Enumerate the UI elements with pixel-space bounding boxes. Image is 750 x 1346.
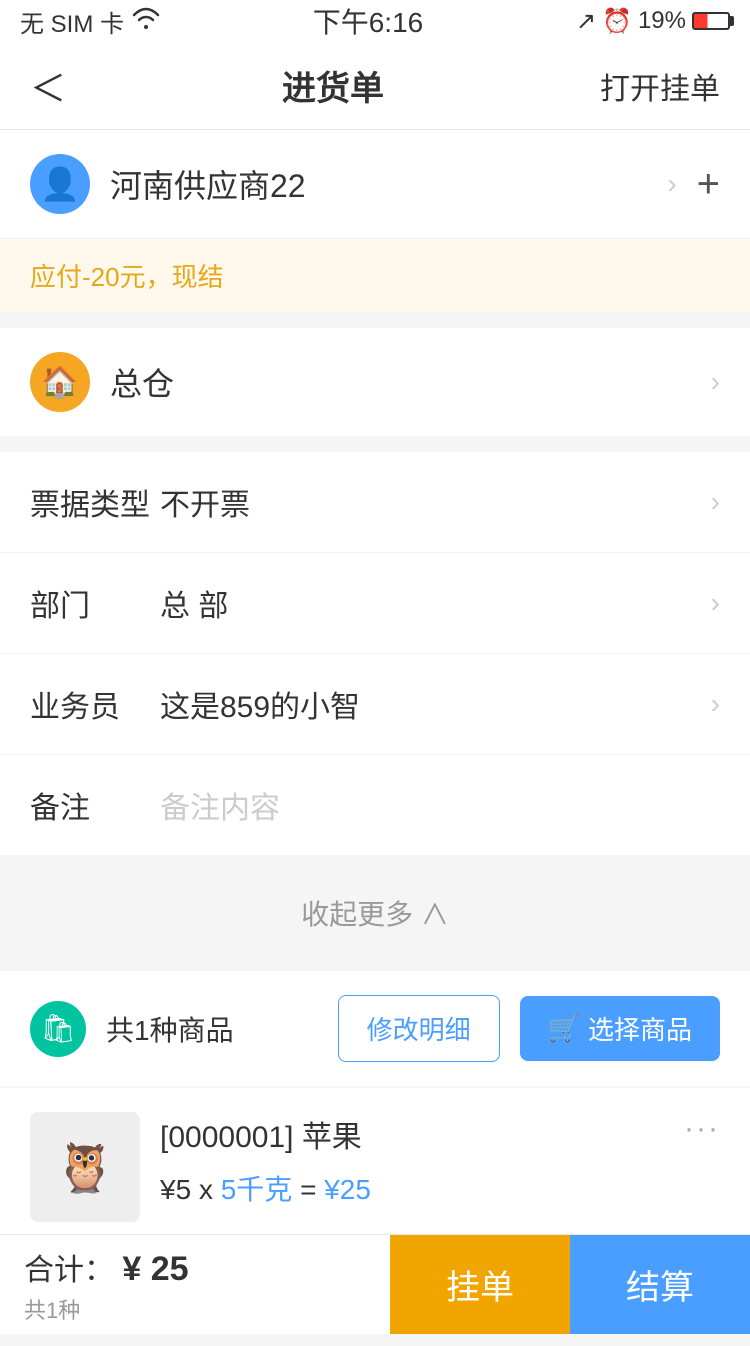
supplier-actions: › + [667,162,720,207]
supplier-avatar: 👤 [30,154,90,214]
select-product-label: 选择商品 [588,1010,692,1047]
location-icon: ↗ [576,7,596,36]
invoice-type-row[interactable]: 票据类型 不开票 › [0,452,750,553]
invoice-type-value: 不开票 [160,480,711,524]
bag-icon: 🛍 [40,1012,76,1045]
remark-input[interactable]: 备注内容 [160,783,720,827]
product-count-text: 共1种商品 [106,1009,318,1049]
bottom-bar: 合计： ¥ 25 共1种 挂单 结算 [0,1234,750,1334]
product-price: ¥5 x 5千克 = ¥25 [160,1168,684,1208]
remark-row[interactable]: 备注 备注内容 [0,755,750,855]
select-product-button[interactable]: 🛒 选择商品 [520,996,720,1061]
supplier-row[interactable]: 👤 河南供应商22 › + [0,130,750,239]
product-code: [0000001] [160,1121,293,1154]
status-bar: 无 SIM 卡 下午6:16 ↗ ⏰ 19% [0,0,750,42]
wifi-icon [132,7,160,36]
product-more-button[interactable]: ··· [684,1112,720,1146]
status-right: ↗ ⏰ 19% [576,7,730,36]
back-button[interactable]: ＜ [30,60,66,112]
product-header: 🛍 共1种商品 修改明细 🛒 选择商品 [0,971,750,1086]
salesman-value: 这是859的小智 [160,682,711,726]
total-row: 合计： ¥ 25 [24,1245,366,1289]
total-amount: ¥ 25 [122,1250,188,1288]
collapse-bar[interactable]: 收起更多 ∧ [0,871,750,955]
salesman-row[interactable]: 业务员 这是859的小智 › [0,654,750,755]
product-total: ¥25 [324,1174,371,1205]
warehouse-name: 总仓 [110,359,711,405]
cart-icon: 🛒 [548,1013,580,1044]
form-section: 票据类型 不开票 › 部门 总 部 › 业务员 这是859的小智 › 备注 备注… [0,452,750,855]
salesman-label: 业务员 [30,682,160,726]
total-section: 合计： ¥ 25 共1种 [0,1235,390,1334]
invoice-type-label: 票据类型 [30,480,160,524]
edit-detail-button[interactable]: 修改明细 [338,995,500,1062]
price-separator: x [199,1174,221,1205]
open-hang-button[interactable]: 打开挂单 [600,64,720,108]
warehouse-icon: 🏠 [41,365,78,400]
supplier-card: 👤 河南供应商22 › + 应付-20元，现结 [0,130,750,312]
salesman-chevron: › [711,688,720,720]
product-count-icon: 🛍 [30,1001,86,1057]
add-supplier-button[interactable]: + [697,162,720,207]
alarm-icon: ⏰ [602,7,632,36]
department-value: 总 部 [160,581,711,625]
hang-button[interactable]: 挂单 [390,1235,570,1334]
product-name: [0000001] 苹果 [160,1112,684,1156]
product-thumbnail: 🦉 [30,1112,140,1222]
warehouse-chevron-icon: › [711,366,720,398]
carrier-label: 无 SIM 卡 [20,4,124,39]
battery-icon [692,12,730,30]
remark-label: 备注 [30,783,160,827]
notice-text: 应付-20元，现结 [30,262,224,292]
status-time: 下午6:16 [313,1,424,41]
warehouse-row[interactable]: 🏠 总仓 › [0,328,750,436]
department-label: 部门 [30,581,160,625]
content-area: 👤 河南供应商22 › + 应付-20元，现结 🏠 总仓 › 票据类型 不开票 … [0,130,750,1346]
quantity: 5千克 [221,1174,293,1205]
status-left: 无 SIM 卡 [20,4,160,39]
checkout-button[interactable]: 结算 [570,1235,750,1334]
invoice-type-chevron: › [711,486,720,518]
department-row[interactable]: 部门 总 部 › [0,553,750,654]
battery-percent: 19% [638,7,686,35]
equals: = [300,1174,324,1205]
nav-bar: ＜ 进货单 打开挂单 [0,42,750,130]
product-item: 🦉 [0000001] 苹果 ¥5 x 5千克 = ¥25 ··· [0,1088,750,1246]
total-count: 共1种 [24,1293,366,1325]
department-chevron: › [711,587,720,619]
product-info: [0000001] 苹果 ¥5 x 5千克 = ¥25 [160,1112,684,1208]
chevron-right-icon: › [667,168,676,200]
page-title: 进货单 [282,61,384,110]
total-label: 合计： [24,1254,114,1287]
product-title: 苹果 [302,1121,362,1154]
notice-banner: 应付-20元，现结 [0,239,750,312]
owl-icon: 🦉 [55,1139,115,1196]
unit-price: ¥5 [160,1174,191,1205]
person-icon: 👤 [40,165,80,203]
collapse-label: 收起更多 ∧ [301,899,449,930]
warehouse-icon-wrap: 🏠 [30,352,90,412]
supplier-name: 河南供应商22 [110,161,667,207]
